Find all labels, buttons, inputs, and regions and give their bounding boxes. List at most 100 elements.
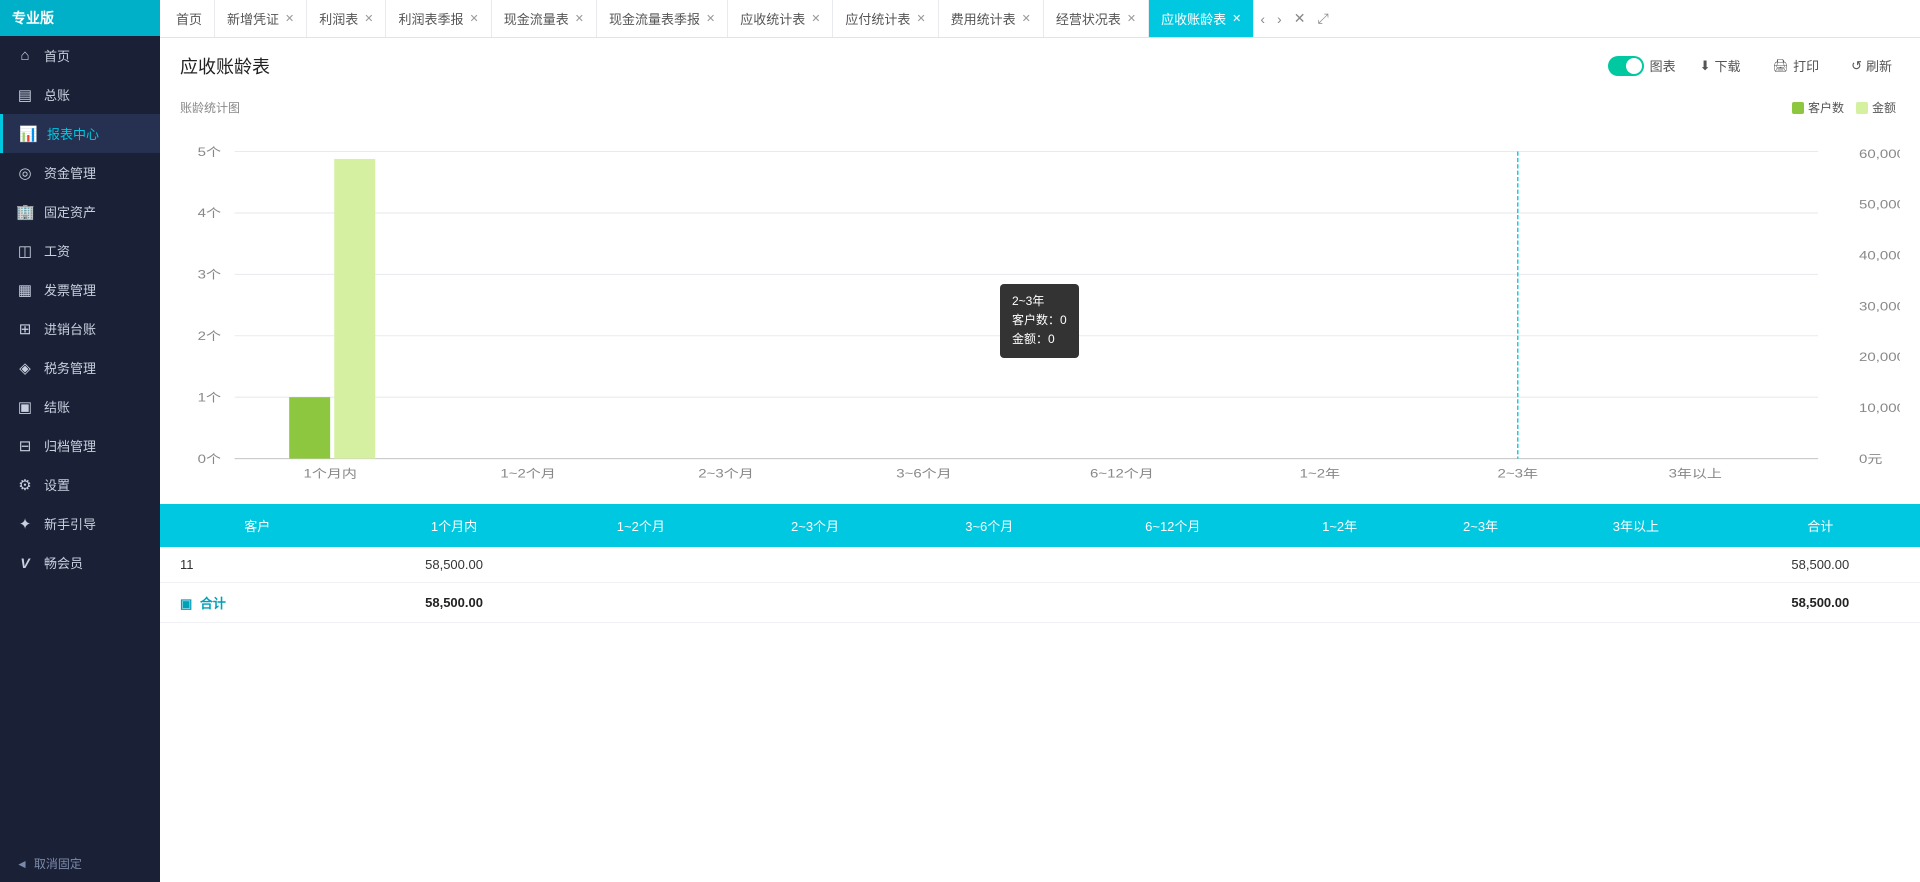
col-y23: 2~3年 [1410, 504, 1551, 547]
tab-close-expense-stat[interactable]: ✕ [1022, 12, 1031, 25]
tab-maximize[interactable]: ⤢ [1311, 0, 1334, 38]
col-y12: 1~2年 [1269, 504, 1410, 547]
sidebar-item-label: 总账 [44, 85, 70, 104]
tab-scroll-left[interactable]: ‹ [1254, 0, 1271, 38]
sidebar-item-label: 畅会员 [44, 553, 83, 572]
sidebar-item-settings[interactable]: ⚙ 设置 [0, 465, 160, 504]
cell-total-m1: 58,500.00 [354, 583, 553, 623]
refresh-button[interactable]: ↺ 刷新 [1843, 52, 1900, 79]
cell-customer: 11 [160, 547, 354, 583]
sidebar-item-invoice[interactable]: ▦ 发票管理 [0, 270, 160, 309]
sidebar-item-ledger[interactable]: ▤ 总账 [0, 75, 160, 114]
svg-text:3年以上: 3年以上 [1669, 467, 1722, 480]
tab-close-cashflow[interactable]: ✕ [575, 12, 584, 25]
cell-m1: 58,500.00 [354, 547, 553, 583]
page-title: 应收账龄表 [180, 53, 270, 79]
cell-total-label: ▣ 合计 [160, 583, 354, 623]
tab-close-receivable-stat[interactable]: ✕ [811, 12, 820, 25]
table-total-row: ▣ 合计 58,500.00 58,500.00 [160, 583, 1920, 623]
svg-text:2~3年: 2~3年 [1498, 467, 1538, 480]
tab-aging[interactable]: 应收账龄表 ✕ [1149, 0, 1254, 38]
legend-customers: 客户数 [1792, 99, 1844, 116]
page-actions: 图表 ⬇ 下载 🖨 打印 ↺ 刷新 [1608, 52, 1900, 79]
tab-cashflow[interactable]: 现金流量表 ✕ [492, 0, 597, 38]
sidebar-item-salary[interactable]: ◫ 工资 [0, 231, 160, 270]
sidebar-item-label: 固定资产 [44, 202, 96, 221]
tab-home[interactable]: 首页 [164, 0, 215, 38]
bar-customers-1 [289, 397, 330, 458]
chart-wrapper: 0个 1个 2个 3个 4个 5个 0元 10,000.00元 20,000.0… [180, 124, 1900, 484]
sidebar-item-label: 设置 [44, 475, 70, 494]
cell-total-over3 [1551, 583, 1721, 623]
sidebar-item-label: 工资 [44, 241, 70, 260]
tab-close-voucher[interactable]: ✕ [285, 12, 294, 25]
tab-close-profit[interactable]: ✕ [364, 12, 373, 25]
settings-icon: ⚙ [16, 476, 34, 494]
tab-close-aging[interactable]: ✕ [1232, 12, 1241, 25]
chart-toggle-label: 图表 [1650, 56, 1676, 75]
cell-m23 [728, 547, 902, 583]
sidebar-item-label: 报表中心 [47, 124, 99, 143]
sidebar-item-tax[interactable]: ◈ 税务管理 [0, 348, 160, 387]
tax-icon: ◈ [16, 359, 34, 377]
cell-total-y12 [1269, 583, 1410, 623]
sidebar-item-home[interactable]: ⌂ 首页 [0, 36, 160, 75]
tab-close-profit-quarter[interactable]: ✕ [470, 12, 479, 25]
app-logo: 专业版 [0, 0, 160, 36]
col-total: 合计 [1721, 504, 1920, 547]
sidebar-item-reports[interactable]: 📊 报表中心 [0, 114, 160, 153]
sidebar-item-guide[interactable]: ✦ 新手引导 [0, 504, 160, 543]
tab-bar: 首页 新增凭证 ✕ 利润表 ✕ 利润表季报 ✕ 现金流量表 ✕ 现金流量表季报 … [160, 0, 1920, 38]
table-header-row: 客户 1个月内 1~2个月 2~3个月 3~6个月 6~12个月 1~2年 2~… [160, 504, 1920, 547]
sidebar-unpin-button[interactable]: ◄ 取消固定 [0, 845, 160, 882]
refresh-icon: ↺ [1851, 58, 1862, 74]
svg-text:1个月内: 1个月内 [303, 467, 356, 480]
tab-close-business-stat[interactable]: ✕ [1127, 12, 1136, 25]
svg-text:30,000.00元: 30,000.00元 [1859, 300, 1900, 313]
page-header: 应收账龄表 图表 ⬇ 下载 🖨 打印 ↺ [160, 38, 1920, 89]
legend-amount: 金额 [1856, 99, 1896, 116]
chart-title: 账龄统计图 [180, 99, 1900, 116]
col-m12: 1~2个月 [554, 504, 728, 547]
tab-close-payable-stat[interactable]: ✕ [916, 12, 925, 25]
tab-expense-stat[interactable]: 费用统计表 ✕ [939, 0, 1044, 38]
tab-voucher[interactable]: 新增凭证 ✕ [215, 0, 307, 38]
sidebar-item-sales[interactable]: ⊞ 进销台账 [0, 309, 160, 348]
tab-business-stat[interactable]: 经营状况表 ✕ [1044, 0, 1149, 38]
chart-toggle-wrap: 图表 [1608, 56, 1676, 76]
print-button[interactable]: 🖨 打印 [1765, 52, 1828, 79]
tab-cashflow-quarter[interactable]: 现金流量表季报 ✕ [597, 0, 728, 38]
sidebar-item-assets[interactable]: 🏢 固定资产 [0, 192, 160, 231]
svg-text:60,000.00元: 60,000.00元 [1859, 147, 1900, 160]
svg-text:1~2年: 1~2年 [1300, 467, 1340, 480]
arrow-left-icon: ◄ [16, 857, 28, 871]
ledger-icon: ▤ [16, 86, 34, 104]
tab-close-all[interactable]: ✕ [1288, 0, 1312, 38]
col-m36: 3~6个月 [902, 504, 1076, 547]
svg-text:2~3个月: 2~3个月 [698, 467, 753, 480]
tab-payable-stat[interactable]: 应付统计表 ✕ [833, 0, 938, 38]
download-button[interactable]: ⬇ 下载 [1692, 52, 1749, 79]
svg-text:0个: 0个 [198, 452, 221, 465]
sidebar-item-archive[interactable]: ⊟ 归档管理 [0, 426, 160, 465]
sidebar-item-label: 结账 [44, 397, 70, 416]
tab-close-cashflow-quarter[interactable]: ✕ [706, 12, 715, 25]
invoice-icon: ▦ [16, 281, 34, 299]
col-m23: 2~3个月 [728, 504, 902, 547]
guide-icon: ✦ [16, 515, 34, 533]
svg-text:4个: 4个 [198, 207, 221, 220]
tab-profit-quarter[interactable]: 利润表季报 ✕ [386, 0, 491, 38]
sidebar-item-funds[interactable]: ◎ 资金管理 [0, 153, 160, 192]
vip-icon: V [16, 555, 34, 571]
table-row: 11 58,500.00 58,500.00 [160, 547, 1920, 583]
cell-y12 [1269, 547, 1410, 583]
cell-total-m12 [554, 583, 728, 623]
chart-toggle[interactable] [1608, 56, 1644, 76]
tab-profit[interactable]: 利润表 ✕ [307, 0, 386, 38]
download-icon: ⬇ [1700, 58, 1711, 74]
sidebar-item-vip[interactable]: V 畅会员 [0, 543, 160, 582]
sidebar-item-closing[interactable]: ▣ 结账 [0, 387, 160, 426]
tab-scroll-right[interactable]: › [1271, 0, 1288, 38]
tab-receivable-stat[interactable]: 应收统计表 ✕ [728, 0, 833, 38]
col-over3: 3年以上 [1551, 504, 1721, 547]
